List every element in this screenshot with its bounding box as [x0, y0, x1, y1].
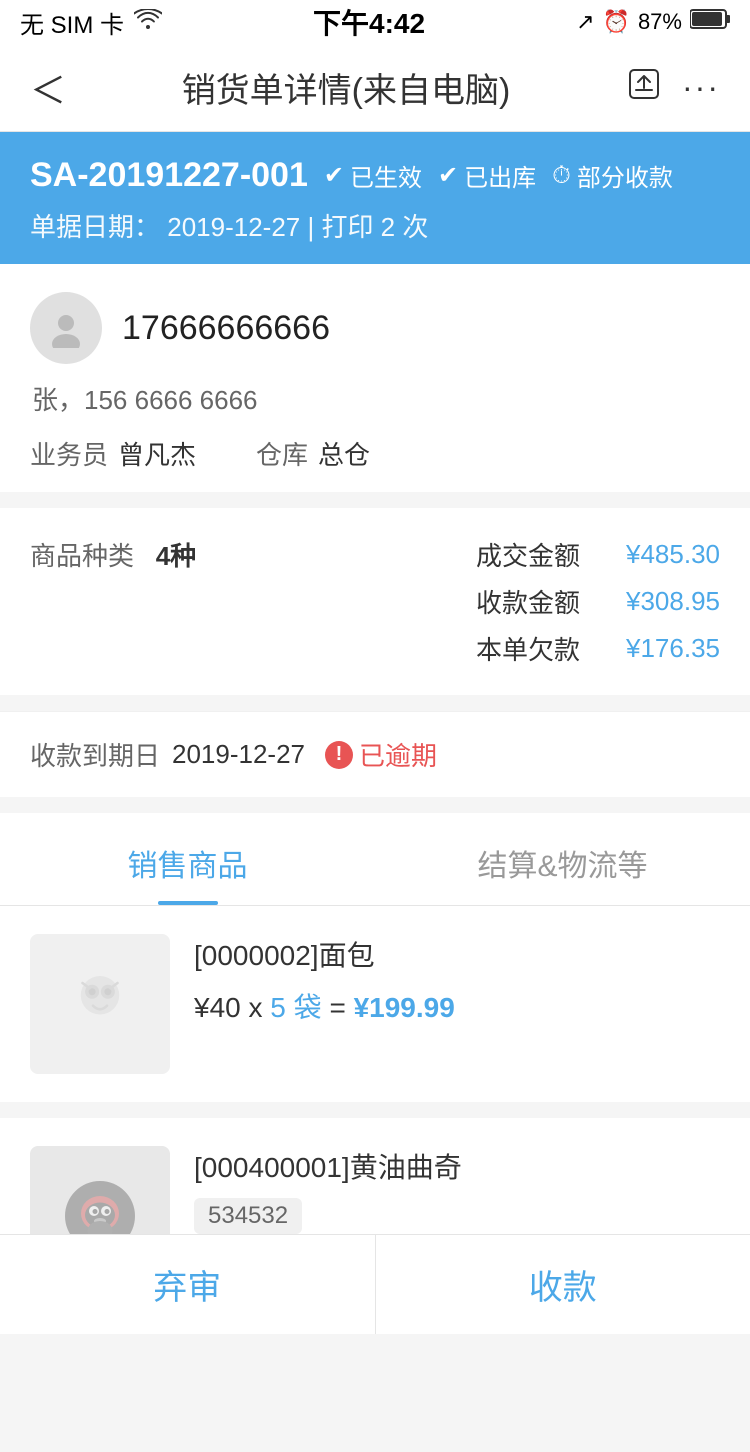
check-icon: ✔	[324, 161, 344, 190]
owed-row: 本单欠款 ¥176.35	[476, 630, 720, 667]
warehouse-meta: 仓库 总仓	[256, 435, 370, 472]
price-unit-1: ¥40	[194, 992, 241, 1023]
status-left: 无 SIM 卡	[20, 5, 162, 40]
status-bar: 无 SIM 卡 下午4:42 ↗ ⏰ 87%	[0, 0, 750, 44]
collected-value: ¥308.95	[600, 586, 720, 617]
product-thumbnail-1	[30, 934, 170, 1074]
product-name-1: [0000002]面包	[194, 934, 720, 974]
customer-info: 张，156 6666 6666	[30, 380, 720, 417]
badge-shipped: ✔ 已出库	[438, 158, 536, 193]
bottom-bar: 弃审 收款	[0, 1234, 750, 1334]
battery-icon	[690, 8, 730, 36]
due-section: 收款到期日 2019-12-27 ! 已逾期	[0, 711, 750, 797]
nav-left: ＜	[30, 62, 66, 114]
owed-value: ¥176.35	[600, 633, 720, 664]
owed-label: 本单欠款	[476, 630, 580, 667]
due-date-label: 收款到期日	[30, 736, 160, 773]
deal-amount-label: 成交金额	[476, 536, 580, 573]
wifi-icon	[134, 8, 162, 36]
overdue-icon: !	[325, 741, 353, 769]
customer-section: 17666666666 张，156 6666 6666 业务员 曾凡杰 仓库 总…	[0, 264, 750, 492]
collected-label: 收款金额	[476, 583, 580, 620]
salesman-value: 曾凡杰	[118, 435, 196, 472]
stats-right: 成交金额 ¥485.30 收款金额 ¥308.95 本单欠款 ¥176.35	[476, 536, 720, 667]
product-price-1: ¥40 x 5 袋 = ¥199.99	[194, 986, 720, 1026]
status-time: 下午4:42	[313, 2, 425, 42]
product-qty-unit-1: 袋	[294, 992, 322, 1023]
share-icon[interactable]	[626, 66, 662, 109]
due-date-value: 2019-12-27	[172, 739, 305, 770]
badge-effective: ✔ 已生效	[324, 158, 422, 193]
battery-label: 87%	[638, 9, 682, 35]
customer-name: 17666666666	[122, 309, 330, 348]
salesman-meta: 业务员 曾凡杰	[30, 435, 196, 472]
products-list: [0000002]面包 ¥40 x 5 袋 = ¥199.99	[0, 906, 750, 1452]
nav-right: ···	[626, 66, 720, 109]
product-name-2: [000400001]黄油曲奇	[194, 1146, 720, 1186]
customer-row: 17666666666	[30, 292, 720, 364]
order-id-row: SA-20191227-001 ✔ 已生效 ✔ 已出库 ⏱ 部分收款	[30, 156, 720, 195]
collect-button[interactable]: 收款	[376, 1235, 750, 1334]
overdue-label: 已逾期	[359, 736, 437, 773]
alarm-icon: ⏰	[603, 9, 630, 35]
tab-settlement[interactable]: 结算&物流等	[375, 813, 750, 905]
location-icon: ↗	[576, 9, 594, 35]
tabs-container: 销售商品 结算&物流等	[0, 813, 750, 906]
salesman-label: 业务员	[30, 435, 108, 472]
bottom-spacer	[0, 1332, 750, 1452]
warehouse-value: 总仓	[318, 435, 370, 472]
avatar	[30, 292, 102, 364]
warehouse-label: 仓库	[256, 435, 308, 472]
tab-sales-products[interactable]: 销售商品	[0, 813, 375, 905]
collected-row: 收款金额 ¥308.95	[476, 583, 720, 620]
stats-left: 商品种类 4种	[30, 536, 196, 573]
nav-bar: ＜ 销货单详情(来自电脑) ···	[0, 44, 750, 132]
carrier-label: 无 SIM 卡	[20, 5, 124, 40]
check-icon-2: ✔	[438, 161, 458, 190]
product-total-1: ¥199.99	[354, 992, 455, 1023]
customer-meta: 业务员 曾凡杰 仓库 总仓	[30, 435, 720, 472]
badge-partial: ⏱ 部分收款	[552, 158, 673, 193]
clock-icon: ⏱	[552, 162, 571, 190]
stats-section: 商品种类 4种 成交金额 ¥485.30 收款金额 ¥308.95 本单欠款 ¥…	[0, 508, 750, 695]
product-type-count: 4种	[156, 541, 196, 571]
back-button[interactable]: ＜	[30, 62, 66, 114]
overdue-badge: ! 已逾期	[325, 736, 437, 773]
reject-button[interactable]: 弃审	[0, 1235, 375, 1334]
deal-amount-row: 成交金额 ¥485.30	[476, 536, 720, 573]
deal-amount-value: ¥485.30	[600, 539, 720, 570]
list-item: [0000002]面包 ¥40 x 5 袋 = ¥199.99	[0, 906, 750, 1102]
page-title: 销货单详情(来自电脑)	[182, 63, 511, 112]
order-date-row: 单据日期： 2019-12-27 | 打印 2 次	[30, 207, 720, 244]
status-right: ↗ ⏰ 87%	[576, 8, 730, 36]
order-header: SA-20191227-001 ✔ 已生效 ✔ 已出库 ⏱ 部分收款 单据日期：…	[0, 132, 750, 264]
more-icon[interactable]: ···	[682, 69, 720, 106]
product-qty-1: 5	[270, 992, 286, 1023]
product-type-label: 商品种类	[30, 541, 134, 571]
order-id: SA-20191227-001	[30, 156, 308, 195]
product-sku-2: 534532	[194, 1198, 302, 1234]
product-info-1: [0000002]面包 ¥40 x 5 袋 = ¥199.99	[194, 934, 720, 1026]
